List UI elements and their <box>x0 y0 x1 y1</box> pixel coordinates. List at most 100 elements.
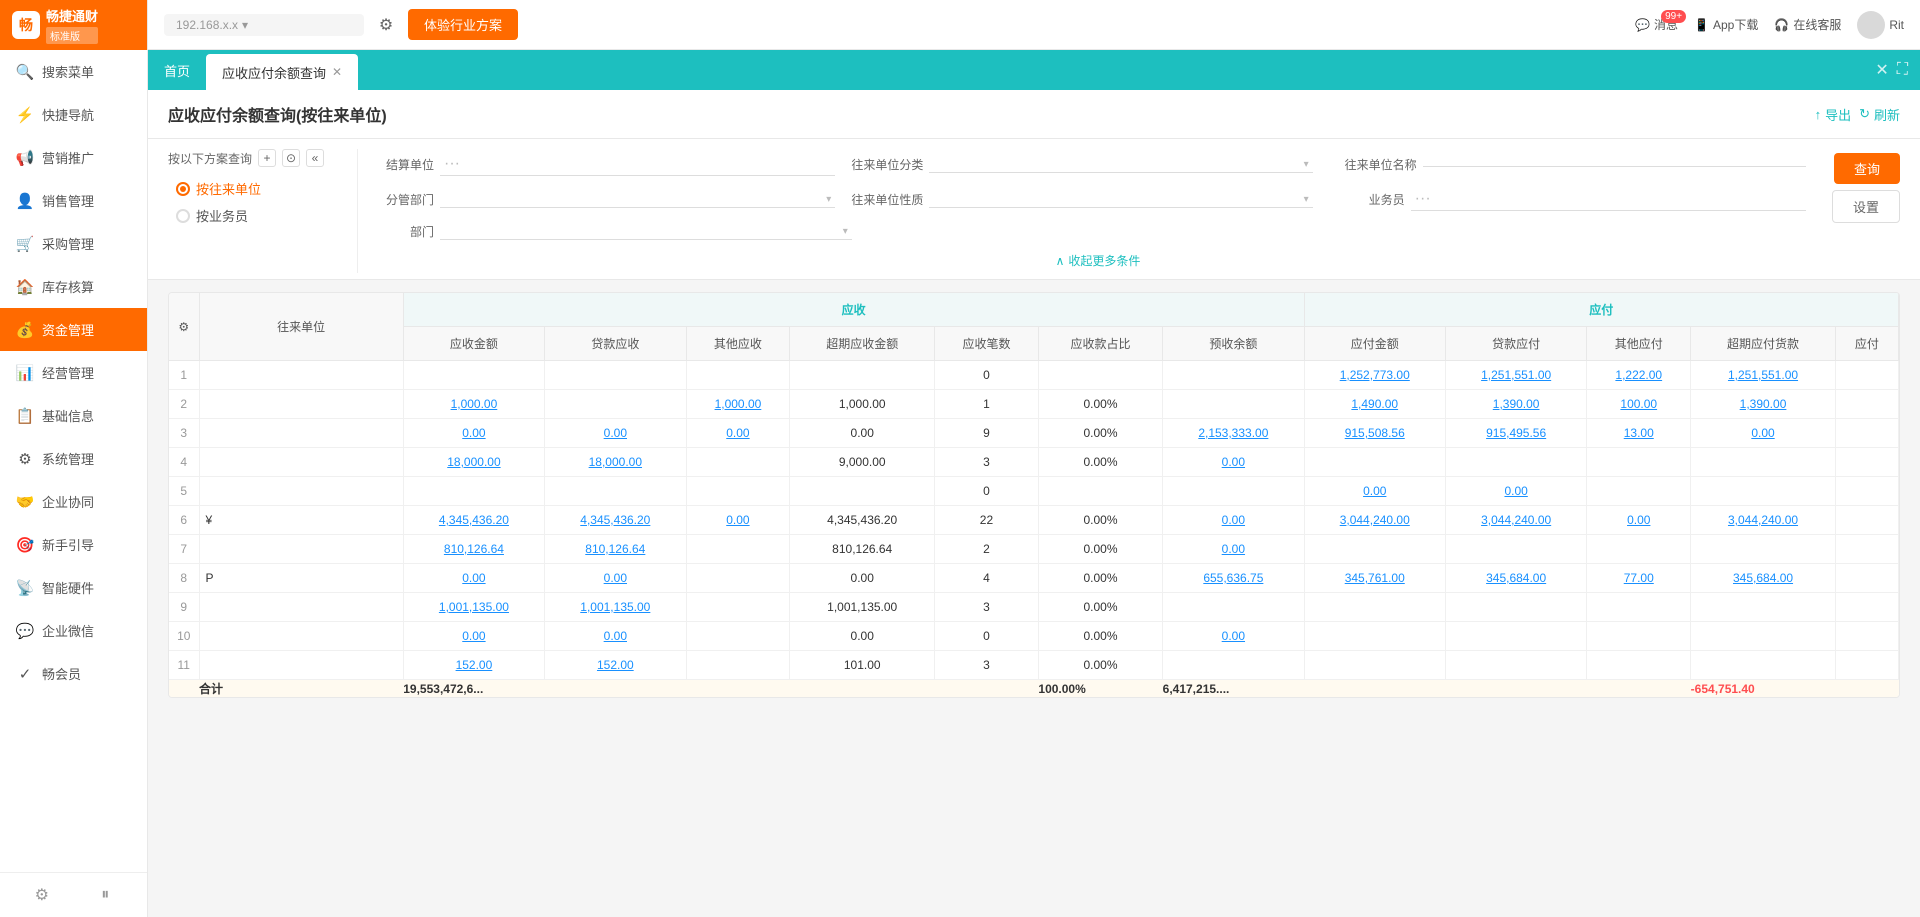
row-receivable[interactable]: 0.00 <box>403 419 544 448</box>
sidebar-collapse-icon[interactable]: ⏸ <box>93 883 117 907</box>
row-loan-receivable[interactable]: 4,345,436.20 <box>545 506 686 535</box>
row-payable[interactable]: 1,252,773.00 <box>1304 361 1445 390</box>
sidebar-item-wechat[interactable]: 💬 企业微信 <box>0 609 147 652</box>
row-payable[interactable]: 3,044,240.00 <box>1304 506 1445 535</box>
row-loan-payable[interactable]: 345,684.00 <box>1445 564 1586 593</box>
row-overdue-payable[interactable]: 1,251,551.00 <box>1691 361 1836 390</box>
sidebar-item-operations[interactable]: 📊 经营管理 <box>0 351 147 394</box>
refresh-button[interactable]: ↻ 刷新 <box>1859 105 1900 124</box>
row-receivable[interactable]: 0.00 <box>403 622 544 651</box>
total-prepaid-balance[interactable]: 6,417,215.... <box>1163 680 1304 698</box>
user-info[interactable]: Rit <box>1857 11 1904 39</box>
topbar-gear-icon[interactable]: ⚙ <box>372 11 400 39</box>
row-prepaid-balance[interactable]: 0.00 <box>1163 506 1304 535</box>
app-download-button[interactable]: 📱 App下载 <box>1694 16 1758 33</box>
row-overdue-payable[interactable]: 345,684.00 <box>1691 564 1836 593</box>
row-receivable[interactable]: 810,126.64 <box>403 535 544 564</box>
row-payable[interactable]: 1,490.00 <box>1304 390 1445 419</box>
messages-badge: 99+ <box>1661 10 1686 23</box>
export-button[interactable]: ↑ 导出 <box>1815 105 1852 124</box>
table-settings-icon[interactable]: ⚙ <box>178 320 189 334</box>
row-loan-receivable[interactable]: 0.00 <box>545 564 686 593</box>
row-other-payable[interactable]: 77.00 <box>1587 564 1691 593</box>
row-other-receivable[interactable]: 0.00 <box>686 506 790 535</box>
filter-input-partner-name[interactable] <box>1423 162 1806 167</box>
sidebar-item-inventory[interactable]: 🏠 库存核算 <box>0 265 147 308</box>
row-receivable[interactable]: 1,000.00 <box>403 390 544 419</box>
row-loan-payable[interactable]: 3,044,240.00 <box>1445 506 1586 535</box>
sidebar-item-member[interactable]: ✓ 畅会员 <box>0 652 147 695</box>
tab-close-window-icon[interactable]: ✕ <box>1875 60 1888 80</box>
row-prepaid-balance[interactable]: 0.00 <box>1163 535 1304 564</box>
address-dropdown-icon[interactable]: ▾ <box>242 18 248 32</box>
row-loan-payable[interactable]: 1,390.00 <box>1445 390 1586 419</box>
filter-setting-button[interactable]: ⊙ <box>282 149 300 167</box>
row-payable[interactable]: 345,761.00 <box>1304 564 1445 593</box>
tab-query[interactable]: 应收应付余额查询 ✕ <box>206 54 358 90</box>
row-prepaid-balance[interactable]: 0.00 <box>1163 622 1304 651</box>
row-loan-payable[interactable]: 1,251,551.00 <box>1445 361 1586 390</box>
row-loan-payable[interactable]: 0.00 <box>1445 477 1586 506</box>
filter-select-partner-nature[interactable]: ▾ <box>929 192 1312 208</box>
row-payable[interactable]: 0.00 <box>1304 477 1445 506</box>
sidebar-item-guide[interactable]: 🎯 新手引导 <box>0 523 147 566</box>
row-other-payable[interactable]: 1,222.00 <box>1587 361 1691 390</box>
sidebar-settings-icon[interactable]: ⚙ <box>30 883 54 907</box>
row-loan-receivable[interactable]: 18,000.00 <box>545 448 686 477</box>
tab-maximize-icon[interactable]: ⛶ <box>1897 61 1908 79</box>
row-receivable[interactable]: 18,000.00 <box>403 448 544 477</box>
tab-home[interactable]: 首页 <box>148 50 206 90</box>
filter-select-dept[interactable]: ▾ <box>440 192 835 208</box>
row-loan-receivable[interactable]: 810,126.64 <box>545 535 686 564</box>
row-overdue-payable[interactable]: 0.00 <box>1691 419 1836 448</box>
row-other-payable[interactable]: 13.00 <box>1587 419 1691 448</box>
row-loan-receivable[interactable]: 1,001,135.00 <box>545 593 686 622</box>
solution-button[interactable]: 体验行业方案 <box>408 9 518 40</box>
row-other-payable[interactable]: 100.00 <box>1587 390 1691 419</box>
sidebar-item-smart-hw[interactable]: 📡 智能硬件 <box>0 566 147 609</box>
query-button[interactable]: 查询 <box>1834 153 1900 184</box>
row-payable[interactable]: 915,508.56 <box>1304 419 1445 448</box>
sidebar-item-basic-info[interactable]: 📋 基础信息 <box>0 394 147 437</box>
filter-option-by-salesperson[interactable]: 按业务员 <box>168 202 347 229</box>
row-num: 5 <box>169 477 199 506</box>
messages-button[interactable]: 💬 消息 99+ <box>1635 16 1678 33</box>
sidebar-item-enterprise[interactable]: 🤝 企业协同 <box>0 480 147 523</box>
row-other-receivable[interactable]: 0.00 <box>686 419 790 448</box>
row-other-receivable[interactable]: 1,000.00 <box>686 390 790 419</box>
filter-option-by-unit[interactable]: 按往来单位 <box>168 175 347 202</box>
filter-group-salesperson: 业务员 ··· <box>1329 184 1822 215</box>
row-prepaid-balance[interactable]: 2,153,333.00 <box>1163 419 1304 448</box>
row-loan-receivable[interactable]: 152.00 <box>545 651 686 680</box>
filter-collapse-button[interactable]: « <box>306 149 324 167</box>
row-loan-receivable[interactable]: 0.00 <box>545 419 686 448</box>
filter-input-salesperson[interactable]: ··· <box>1411 188 1806 211</box>
filter-input-settlement[interactable]: ··· <box>440 153 835 176</box>
row-receivable[interactable]: 4,345,436.20 <box>403 506 544 535</box>
row-overdue-payable[interactable]: 1,390.00 <box>1691 390 1836 419</box>
online-service-button[interactable]: 🎧 在线客服 <box>1774 16 1841 33</box>
sidebar-item-sales[interactable]: 👤 销售管理 <box>0 179 147 222</box>
row-receivable[interactable]: 1,001,135.00 <box>403 593 544 622</box>
row-prepaid-balance[interactable]: 0.00 <box>1163 448 1304 477</box>
sidebar-item-marketing[interactable]: 📢 营销推广 <box>0 136 147 179</box>
row-loan-receivable[interactable]: 0.00 <box>545 622 686 651</box>
tab-close-icon[interactable]: ✕ <box>332 65 342 79</box>
row-loan-payable[interactable]: 915,495.56 <box>1445 419 1586 448</box>
sidebar-item-finance[interactable]: 💰 资金管理 <box>0 308 147 351</box>
filter-select-partner-category[interactable]: ▾ <box>929 157 1312 173</box>
total-receivable[interactable]: 19,553,472,6... <box>403 680 544 698</box>
sidebar-item-search-menu[interactable]: 🔍 搜索菜单 <box>0 50 147 93</box>
row-receivable[interactable]: 0.00 <box>403 564 544 593</box>
collapse-button[interactable]: ∧ 收起更多条件 <box>1056 252 1141 269</box>
row-receivable[interactable]: 152.00 <box>403 651 544 680</box>
sidebar-item-quick-nav[interactable]: ⚡ 快捷导航 <box>0 93 147 136</box>
set-button[interactable]: 设置 <box>1832 190 1900 223</box>
filter-add-button[interactable]: + <box>258 149 276 167</box>
row-overdue-payable[interactable]: 3,044,240.00 <box>1691 506 1836 535</box>
sidebar-item-system[interactable]: ⚙ 系统管理 <box>0 437 147 480</box>
filter-select-department[interactable]: ▾ <box>440 224 852 240</box>
row-other-payable[interactable]: 0.00 <box>1587 506 1691 535</box>
sidebar-item-purchase[interactable]: 🛒 采购管理 <box>0 222 147 265</box>
row-prepaid-balance[interactable]: 655,636.75 <box>1163 564 1304 593</box>
